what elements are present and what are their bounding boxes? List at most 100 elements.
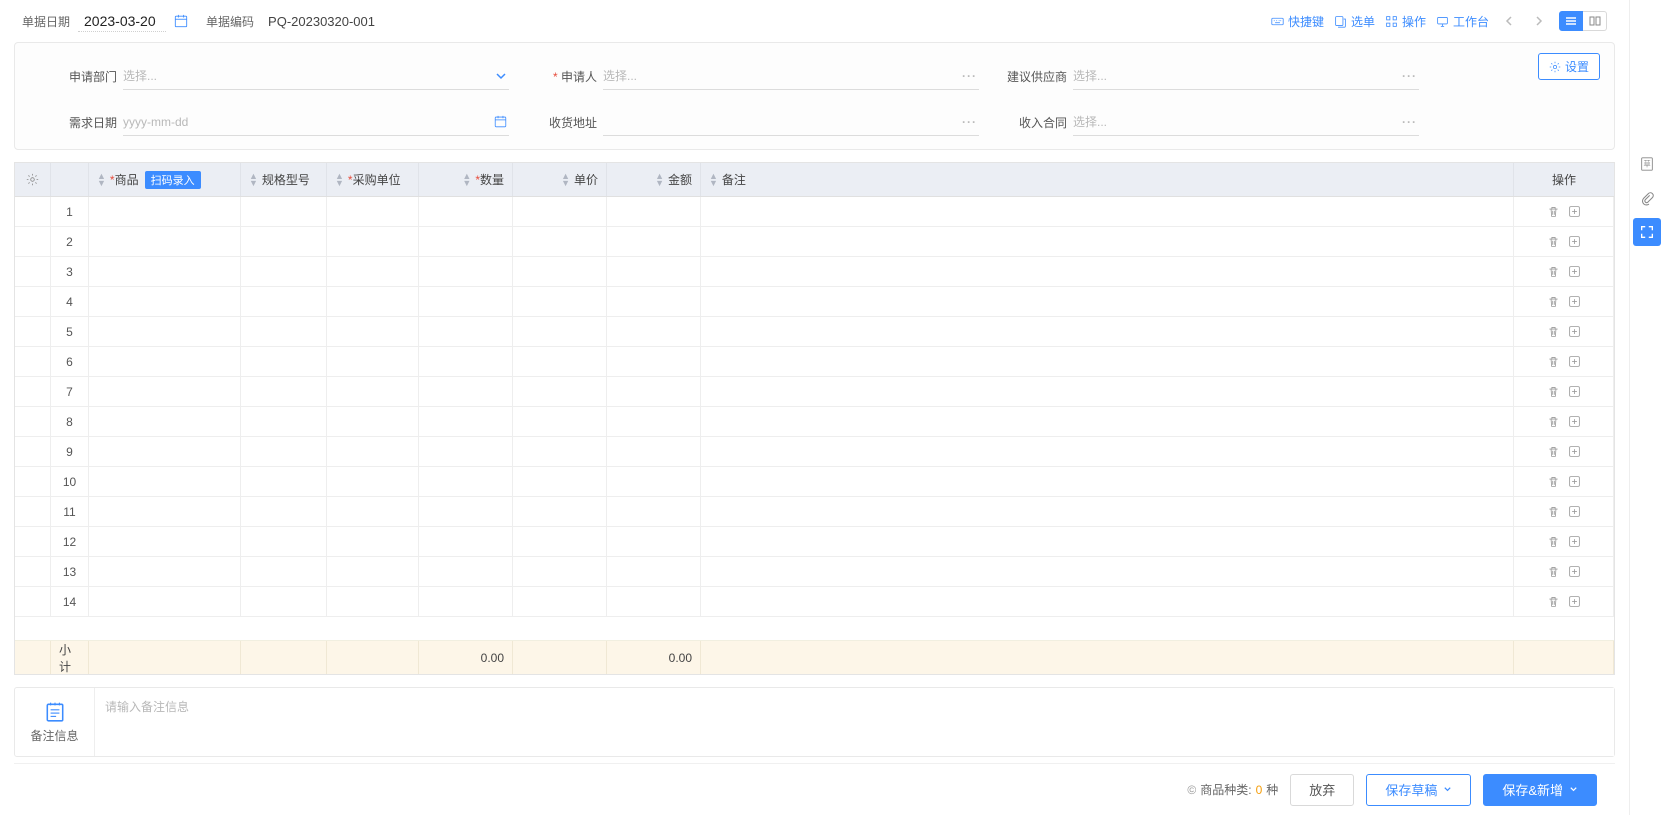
cell-unit[interactable] — [327, 347, 419, 376]
add-row-icon[interactable] — [1568, 355, 1581, 368]
remarks-input[interactable] — [95, 688, 1614, 756]
operate-link[interactable]: 操作 — [1385, 13, 1426, 30]
cell-goods[interactable] — [89, 557, 241, 586]
cell-price[interactable] — [513, 347, 607, 376]
cell-qty[interactable] — [419, 377, 513, 406]
cell-qty[interactable] — [419, 227, 513, 256]
cell-unit[interactable] — [327, 197, 419, 226]
add-row-icon[interactable] — [1568, 235, 1581, 248]
dock-attachment-button[interactable] — [1633, 184, 1661, 212]
delete-row-icon[interactable] — [1547, 445, 1560, 458]
cell-qty[interactable] — [419, 527, 513, 556]
cell-price[interactable] — [513, 497, 607, 526]
cell-amt[interactable] — [607, 527, 701, 556]
supplier-input[interactable] — [1073, 69, 1419, 83]
cell-spec[interactable] — [241, 467, 327, 496]
cell-price[interactable] — [513, 317, 607, 346]
cell-goods[interactable] — [89, 377, 241, 406]
cell-qty[interactable] — [419, 197, 513, 226]
add-row-icon[interactable] — [1568, 385, 1581, 398]
cell-spec[interactable] — [241, 587, 327, 616]
table-row[interactable]: 7 — [15, 377, 1614, 407]
add-row-icon[interactable] — [1568, 445, 1581, 458]
cell-goods[interactable] — [89, 407, 241, 436]
cell-goods[interactable] — [89, 437, 241, 466]
add-row-icon[interactable] — [1568, 265, 1581, 278]
cell-goods[interactable] — [89, 317, 241, 346]
cell-spec[interactable] — [241, 347, 327, 376]
sort-icon[interactable]: ▲▼ — [655, 173, 664, 187]
cell-qty[interactable] — [419, 587, 513, 616]
cell-amt[interactable] — [607, 377, 701, 406]
delete-row-icon[interactable] — [1547, 355, 1560, 368]
delete-row-icon[interactable] — [1547, 535, 1560, 548]
save-new-button[interactable]: 保存&新增 — [1483, 774, 1597, 806]
cell-unit[interactable] — [327, 497, 419, 526]
settings-button[interactable]: 设置 — [1538, 53, 1600, 80]
delete-row-icon[interactable] — [1547, 595, 1560, 608]
cell-amt[interactable] — [607, 317, 701, 346]
cell-amt[interactable] — [607, 227, 701, 256]
cell-goods[interactable] — [89, 197, 241, 226]
cell-remark[interactable] — [701, 377, 1514, 406]
discard-button[interactable]: 放弃 — [1290, 774, 1354, 806]
more-icon[interactable]: ··· — [1402, 69, 1417, 83]
cell-remark[interactable] — [701, 197, 1514, 226]
calendar-icon[interactable] — [494, 115, 507, 128]
sort-icon[interactable]: ▲▼ — [249, 173, 258, 187]
prev-doc-button[interactable] — [1499, 11, 1519, 31]
cell-price[interactable] — [513, 587, 607, 616]
scan-tag[interactable]: 扫码录入 — [145, 171, 201, 189]
cell-unit[interactable] — [327, 557, 419, 586]
cell-spec[interactable] — [241, 317, 327, 346]
delete-row-icon[interactable] — [1547, 265, 1560, 278]
cell-unit[interactable] — [327, 467, 419, 496]
more-icon[interactable]: ··· — [962, 69, 977, 83]
cell-goods[interactable] — [89, 467, 241, 496]
cell-unit[interactable] — [327, 377, 419, 406]
save-draft-button[interactable]: 保存草稿 — [1366, 774, 1471, 806]
more-icon[interactable]: ··· — [962, 115, 977, 129]
add-row-icon[interactable] — [1568, 415, 1581, 428]
table-row[interactable]: 14 — [15, 587, 1614, 617]
col-remark[interactable]: ▲▼备注 — [701, 163, 1514, 196]
cell-unit[interactable] — [327, 407, 419, 436]
cell-amt[interactable] — [607, 197, 701, 226]
add-row-icon[interactable] — [1568, 595, 1581, 608]
cell-remark[interactable] — [701, 467, 1514, 496]
cell-amt[interactable] — [607, 557, 701, 586]
dock-draft-button[interactable]: 草 — [1633, 150, 1661, 178]
cell-goods[interactable] — [89, 227, 241, 256]
cell-spec[interactable] — [241, 557, 327, 586]
cell-remark[interactable] — [701, 317, 1514, 346]
cell-qty[interactable] — [419, 437, 513, 466]
delete-row-icon[interactable] — [1547, 205, 1560, 218]
cell-qty[interactable] — [419, 347, 513, 376]
cell-qty[interactable] — [419, 257, 513, 286]
applicant-input[interactable] — [603, 69, 979, 83]
cell-qty[interactable] — [419, 317, 513, 346]
cell-goods[interactable] — [89, 497, 241, 526]
table-row[interactable]: 11 — [15, 497, 1614, 527]
cell-remark[interactable] — [701, 527, 1514, 556]
need-date-input[interactable] — [123, 115, 509, 129]
cell-amt[interactable] — [607, 437, 701, 466]
calendar-icon[interactable] — [174, 14, 188, 28]
table-row[interactable]: 3 — [15, 257, 1614, 287]
cell-qty[interactable] — [419, 287, 513, 316]
table-row[interactable]: 4 — [15, 287, 1614, 317]
chevron-down-icon[interactable] — [495, 70, 507, 82]
table-row[interactable]: 12 — [15, 527, 1614, 557]
view-list-button[interactable] — [1559, 11, 1583, 31]
cell-price[interactable] — [513, 377, 607, 406]
cell-amt[interactable] — [607, 587, 701, 616]
cell-spec[interactable] — [241, 407, 327, 436]
cell-spec[interactable] — [241, 227, 327, 256]
col-unit[interactable]: ▲▼*采购单位 — [327, 163, 419, 196]
view-split-button[interactable] — [1583, 11, 1607, 31]
cell-spec[interactable] — [241, 287, 327, 316]
cell-unit[interactable] — [327, 437, 419, 466]
add-row-icon[interactable] — [1568, 325, 1581, 338]
cell-price[interactable] — [513, 257, 607, 286]
add-row-icon[interactable] — [1568, 535, 1581, 548]
